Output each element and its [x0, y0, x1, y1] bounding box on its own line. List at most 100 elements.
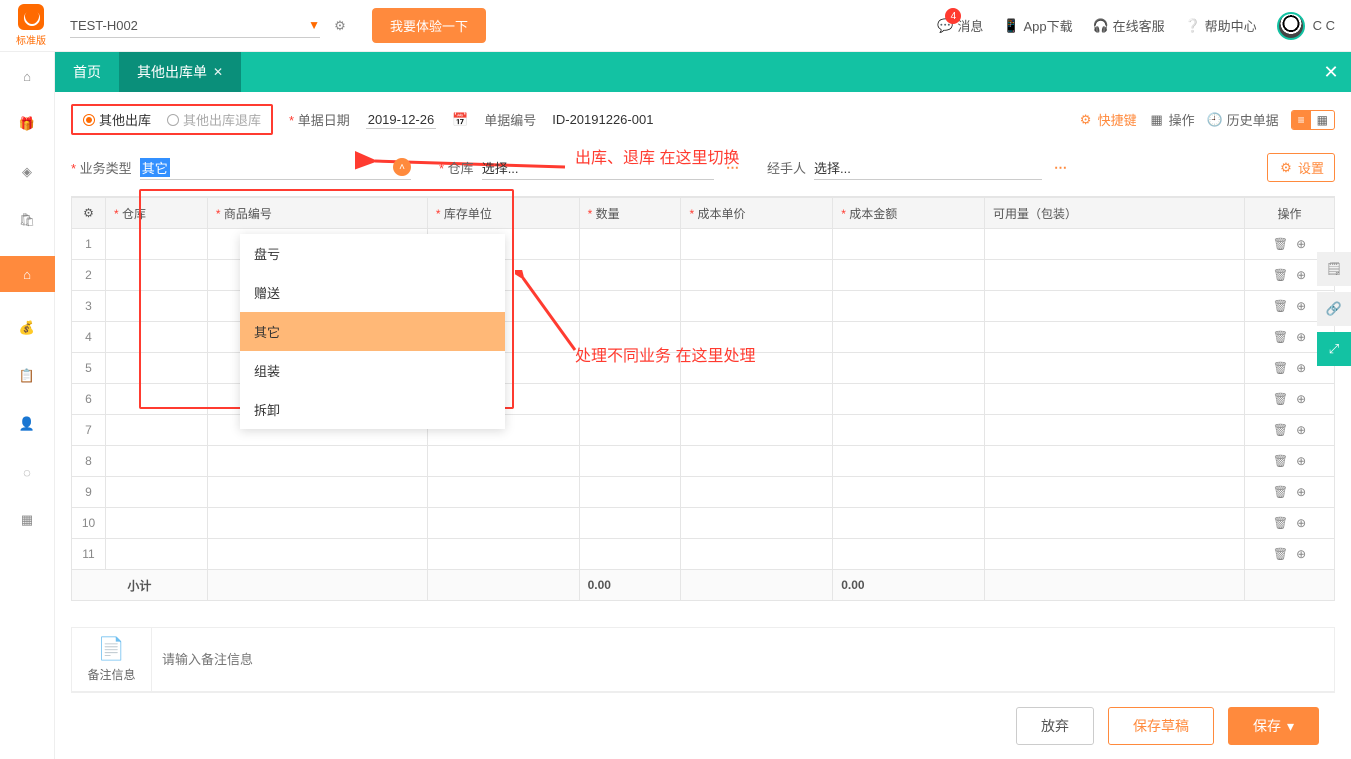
close-icon[interactable]: ✕ — [213, 65, 223, 79]
nav-gift-icon[interactable]: 🎁 — [15, 112, 39, 136]
delete-icon[interactable]: 🗑 — [1273, 361, 1288, 375]
warehouse-label: 仓库 — [439, 158, 474, 177]
chevron-up-icon[interactable]: ˄ — [393, 158, 411, 176]
table-row[interactable]: 10🗑⊕ — [72, 508, 1335, 539]
add-icon[interactable]: ⊕ — [1296, 330, 1306, 344]
try-button[interactable]: 我要体验一下 — [372, 8, 486, 43]
save-button[interactable]: 保存 ▾ — [1228, 707, 1319, 745]
biz-type-field[interactable]: 业务类型 其它 ˄ — [71, 156, 411, 180]
col-price: 成本单价 — [681, 198, 833, 229]
date-label: 单据日期 — [289, 110, 350, 129]
add-icon[interactable]: ⊕ — [1296, 361, 1306, 375]
logo[interactable]: 标准版 — [16, 4, 46, 47]
add-icon[interactable]: ⊕ — [1296, 454, 1306, 468]
support-button[interactable]: 🎧 在线客服 — [1093, 16, 1165, 35]
history-button[interactable]: 🕘历史单据 — [1207, 110, 1279, 129]
nav-new-icon[interactable]: ▦ — [15, 508, 39, 532]
docno-label: 单据编号 — [484, 110, 536, 129]
nav-money-icon[interactable]: 💰 — [15, 316, 39, 340]
dropdown-item[interactable]: 其它 — [240, 312, 505, 351]
nav-contact-icon[interactable]: 👤 — [15, 412, 39, 436]
discard-button[interactable]: 放弃 — [1016, 707, 1094, 745]
date-value[interactable]: 2019-12-26 — [366, 111, 437, 129]
add-icon[interactable]: ⊕ — [1296, 423, 1306, 437]
subtotal-amount: 0.00 — [833, 570, 985, 601]
app-download-label: App下载 — [1023, 16, 1072, 35]
add-icon[interactable]: ⊕ — [1296, 268, 1306, 282]
rail-note-icon[interactable]: 🗒 — [1317, 252, 1351, 286]
nav-home-icon[interactable]: ⌂ — [15, 64, 39, 88]
delete-icon[interactable]: 🗑 — [1273, 516, 1288, 530]
app-download-button[interactable]: 📱 App下载 — [1003, 16, 1072, 35]
view-grid-icon[interactable]: ▦ — [1311, 111, 1334, 129]
add-icon[interactable]: ⊕ — [1296, 547, 1306, 561]
help-icon: ❔ — [1185, 18, 1201, 34]
table-row[interactable]: 9🗑⊕ — [72, 477, 1335, 508]
phone-icon: 📱 — [1003, 18, 1019, 34]
close-all-tabs-icon[interactable]: ✕ — [1311, 52, 1351, 92]
messages-button[interactable]: 💬 4 消息 — [937, 16, 983, 35]
rail-expand-icon[interactable]: ⤢ — [1317, 332, 1351, 366]
dropdown-item[interactable]: 赠送 — [240, 273, 505, 312]
warehouse-field[interactable]: 仓库 选择... ⋯ — [439, 156, 739, 180]
biz-type-dropdown: 盘亏赠送其它组装拆卸 — [240, 234, 505, 429]
save-label: 保存 — [1253, 716, 1281, 736]
org-select[interactable]: TEST-H002 ▼ — [70, 14, 320, 38]
help-button[interactable]: ❔ 帮助中心 — [1185, 16, 1257, 35]
settings-button[interactable]: ⚙ 设置 — [1267, 153, 1335, 182]
add-icon[interactable]: ⊕ — [1296, 516, 1306, 530]
gear-icon[interactable]: ⚙ — [332, 18, 348, 34]
chevron-down-icon: ▾ — [1287, 718, 1294, 735]
col-gear[interactable]: ⚙ — [72, 198, 106, 229]
ops-label: 操作 — [1169, 110, 1195, 129]
view-list-icon[interactable]: ≡ — [1292, 111, 1311, 129]
delete-icon[interactable]: 🗑 — [1273, 392, 1288, 406]
table-row[interactable]: 8🗑⊕ — [72, 446, 1335, 477]
row-number: 5 — [72, 353, 106, 384]
user-menu[interactable]: C C — [1277, 12, 1335, 40]
dropdown-item[interactable]: 拆卸 — [240, 390, 505, 429]
radio-return[interactable]: 其他出库退库 — [167, 110, 261, 129]
view-toggle: ≡ ▦ — [1291, 110, 1335, 130]
biz-type-label: 业务类型 — [71, 158, 132, 177]
dropdown-item[interactable]: 组装 — [240, 351, 505, 390]
footer: 放弃 保存草稿 保存 ▾ — [71, 692, 1335, 759]
leftnav: ⌂ 🎁 ◈ 🛍 ⌂ 💰 📋 👤 ◌ ▦ — [0, 52, 55, 759]
more-icon[interactable]: ⋯ — [726, 160, 739, 176]
delete-icon[interactable]: 🗑 — [1273, 485, 1288, 499]
delete-icon[interactable]: 🗑 — [1273, 237, 1288, 251]
delete-icon[interactable]: 🗑 — [1273, 454, 1288, 468]
handler-field[interactable]: 经手人 选择... ⋯ — [767, 156, 1067, 180]
add-icon[interactable]: ⊕ — [1296, 237, 1306, 251]
add-icon[interactable]: ⊕ — [1296, 392, 1306, 406]
row-number: 2 — [72, 260, 106, 291]
delete-icon[interactable]: 🗑 — [1273, 268, 1288, 282]
delete-icon[interactable]: 🗑 — [1273, 330, 1288, 344]
note-icon: 📄 — [98, 636, 125, 662]
hotkey-button[interactable]: ⚙快捷键 — [1078, 110, 1137, 129]
nav-warehouse-icon[interactable]: ⌂ — [0, 256, 55, 292]
dropdown-item[interactable]: 盘亏 — [240, 234, 505, 273]
rail-link-icon[interactable]: 🔗 — [1317, 292, 1351, 326]
add-icon[interactable]: ⊕ — [1296, 485, 1306, 499]
nav-cycle-icon[interactable]: ◌ — [15, 460, 39, 484]
ops-button[interactable]: ▦操作 — [1149, 110, 1195, 129]
add-icon[interactable]: ⊕ — [1296, 299, 1306, 313]
user-name: C C — [1313, 18, 1335, 33]
delete-icon[interactable]: 🗑 — [1273, 547, 1288, 561]
remark-input[interactable] — [152, 628, 1334, 691]
nav-diamond-icon[interactable]: ◈ — [15, 160, 39, 184]
remark-header: 📄 备注信息 — [72, 628, 152, 691]
tab-active-label: 其他出库单 — [137, 62, 207, 82]
nav-bag-icon[interactable]: 🛍 — [15, 208, 39, 232]
tab-home[interactable]: 首页 — [55, 52, 119, 92]
more-icon[interactable]: ⋯ — [1054, 160, 1067, 176]
delete-icon[interactable]: 🗑 — [1273, 299, 1288, 313]
save-draft-button[interactable]: 保存草稿 — [1108, 707, 1214, 745]
radio-outbound[interactable]: 其他出库 — [83, 110, 151, 129]
nav-clipboard-icon[interactable]: 📋 — [15, 364, 39, 388]
calendar-icon[interactable]: 📅 — [452, 112, 468, 128]
delete-icon[interactable]: 🗑 — [1273, 423, 1288, 437]
table-row[interactable]: 11🗑⊕ — [72, 539, 1335, 570]
tab-active[interactable]: 其他出库单 ✕ — [119, 52, 241, 92]
